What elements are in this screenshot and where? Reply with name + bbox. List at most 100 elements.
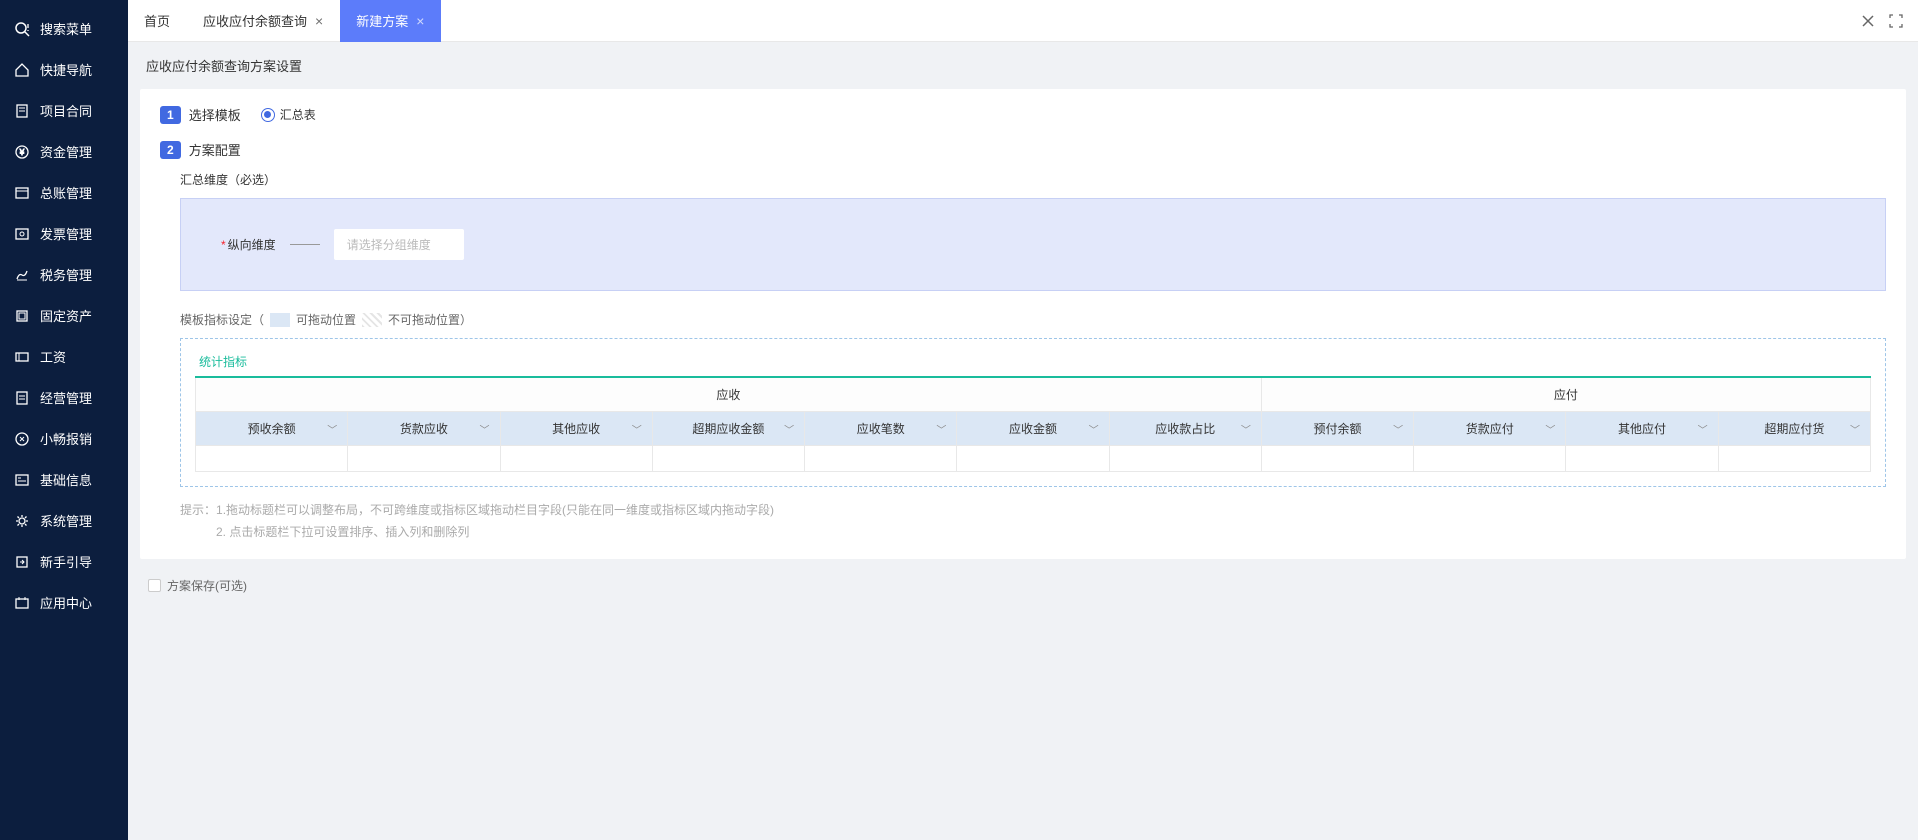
invoice-icon (14, 226, 30, 242)
tab-new-plan[interactable]: 新建方案 × (340, 0, 441, 42)
clipboard-icon (14, 390, 30, 406)
sidebar-item-guide[interactable]: 新手引导 (0, 541, 128, 582)
radio-icon (261, 108, 275, 122)
column-header[interactable]: 预付余额﹀ (1261, 412, 1413, 446)
connector-line (290, 244, 320, 245)
chevron-down-icon[interactable]: ﹀ (1850, 421, 1860, 436)
apps-icon (14, 595, 30, 611)
save-plan-checkbox[interactable] (148, 579, 161, 592)
tax-icon (14, 267, 30, 283)
data-cell (652, 446, 804, 472)
chevron-down-icon[interactable]: ﹀ (1393, 421, 1403, 436)
step-2-label: 方案配置 (189, 140, 241, 159)
data-cell (1261, 446, 1413, 472)
sidebar-item-label: 搜索菜单 (40, 19, 92, 38)
sidebar-item-ledger[interactable]: 总账管理 (0, 172, 128, 213)
group-header-payable[interactable]: 应付 (1261, 377, 1870, 412)
fullscreen-button[interactable] (1882, 7, 1910, 35)
tips-section: 提示：1.拖动标题栏可以调整布局，不可跨维度或指标区域拖动栏目字段(只能在同一维… (180, 499, 1886, 543)
close-all-button[interactable] (1854, 7, 1882, 35)
indicator-grid: 统计指标 应收 应付 预收余额﹀货款应收﹀其他应收﹀超期应收金额﹀应收笔数﹀应收… (180, 338, 1886, 487)
column-header[interactable]: 应收金额﹀ (957, 412, 1109, 446)
save-plan-label: 方案保存(可选) (167, 577, 247, 594)
chevron-down-icon[interactable]: ﹀ (632, 421, 642, 436)
sidebar-item-tax[interactable]: 税务管理 (0, 254, 128, 295)
stat-indicator-label: 统计指标 (195, 353, 1871, 370)
sidebar-item-invoice[interactable]: 发票管理 (0, 213, 128, 254)
vertical-dimension-label: *纵向维度 (221, 236, 276, 253)
chevron-down-icon[interactable]: ﹀ (1698, 421, 1708, 436)
data-cell (805, 446, 957, 472)
close-icon[interactable]: × (315, 13, 323, 29)
tab-home[interactable]: 首页 (128, 0, 187, 42)
vertical-dimension-select[interactable]: 请选择分组维度 (334, 229, 464, 260)
step-2-badge: 2 (160, 141, 181, 159)
sidebar-item-label: 总账管理 (40, 183, 92, 202)
tab-label: 应收应付余额查询 (203, 11, 307, 30)
step-1-label: 选择模板 (189, 105, 241, 124)
chevron-down-icon[interactable]: ﹀ (936, 421, 946, 436)
sidebar-item-label: 资金管理 (40, 142, 92, 161)
chevron-down-icon[interactable]: ﹀ (480, 421, 490, 436)
column-header[interactable]: 超期应收金额﹀ (652, 412, 804, 446)
assets-icon (14, 308, 30, 324)
sidebar-item-label: 基础信息 (40, 470, 92, 489)
sidebar-item-label: 税务管理 (40, 265, 92, 284)
sidebar-item-expense[interactable]: 小畅报销 (0, 418, 128, 459)
sidebar-item-label: 工资 (40, 347, 66, 366)
column-header[interactable]: 超期应付货﹀ (1718, 412, 1870, 446)
tab-balance-query[interactable]: 应收应付余额查询 × (187, 0, 340, 42)
close-icon[interactable]: × (416, 13, 424, 29)
chevron-down-icon[interactable]: ﹀ (1089, 421, 1099, 436)
column-header[interactable]: 应收款占比﹀ (1109, 412, 1261, 446)
data-cell (1414, 446, 1566, 472)
sidebar-item-system[interactable]: 系统管理 (0, 500, 128, 541)
column-header[interactable]: 预收余额﹀ (196, 412, 348, 446)
step-2-row: 2 方案配置 (160, 140, 1886, 159)
sidebar-item-label: 经营管理 (40, 388, 92, 407)
data-cell (1566, 446, 1718, 472)
data-cell (500, 446, 652, 472)
sidebar-item-basic[interactable]: 基础信息 (0, 459, 128, 500)
sidebar-item-label: 固定资产 (40, 306, 92, 325)
tab-label: 首页 (144, 11, 170, 30)
group-header-receivable[interactable]: 应收 (196, 377, 1262, 412)
radio-label: 汇总表 (280, 106, 316, 123)
guide-icon (14, 554, 30, 570)
search-icon (14, 21, 30, 37)
sidebar-item-label: 应用中心 (40, 593, 92, 612)
column-header[interactable]: 其他应付﹀ (1566, 412, 1718, 446)
expense-icon (14, 431, 30, 447)
home-icon (14, 62, 30, 78)
sidebar-item-apps[interactable]: 应用中心 (0, 582, 128, 623)
ledger-icon (14, 185, 30, 201)
page-title: 应收应付余额查询方案设置 (128, 42, 1918, 89)
column-header[interactable]: 货款应付﹀ (1414, 412, 1566, 446)
data-cell (196, 446, 348, 472)
sidebar-item-label: 系统管理 (40, 511, 92, 530)
chevron-down-icon[interactable]: ﹀ (327, 421, 337, 436)
data-cell (957, 446, 1109, 472)
chevron-down-icon[interactable]: ﹀ (1241, 421, 1251, 436)
sidebar-item-contract[interactable]: 项目合同 (0, 90, 128, 131)
column-header[interactable]: 其他应收﹀ (500, 412, 652, 446)
sidebar-item-business[interactable]: 经营管理 (0, 377, 128, 418)
tabs-bar: 首页 应收应付余额查询 × 新建方案 × (128, 0, 1918, 42)
sidebar-item-search[interactable]: 搜索菜单 (0, 8, 128, 49)
sidebar-item-salary[interactable]: 工资 (0, 336, 128, 377)
chevron-down-icon[interactable]: ﹀ (784, 421, 794, 436)
info-icon (14, 472, 30, 488)
column-header[interactable]: 货款应收﹀ (348, 412, 500, 446)
salary-icon (14, 349, 30, 365)
sidebar-item-funds[interactable]: ¥ 资金管理 (0, 131, 128, 172)
dimension-section-label: 汇总维度（必选） (180, 171, 1886, 188)
document-icon (14, 103, 30, 119)
chevron-down-icon[interactable]: ﹀ (1545, 421, 1555, 436)
indicator-legend: 模板指标设定（ 可拖动位置 不可拖动位置） (180, 311, 1886, 328)
radio-summary-table[interactable]: 汇总表 (261, 106, 316, 123)
sidebar-item-assets[interactable]: 固定资产 (0, 295, 128, 336)
swatch-fixed (362, 313, 382, 327)
sidebar-item-nav[interactable]: 快捷导航 (0, 49, 128, 90)
swatch-draggable (270, 313, 290, 327)
column-header[interactable]: 应收笔数﹀ (805, 412, 957, 446)
